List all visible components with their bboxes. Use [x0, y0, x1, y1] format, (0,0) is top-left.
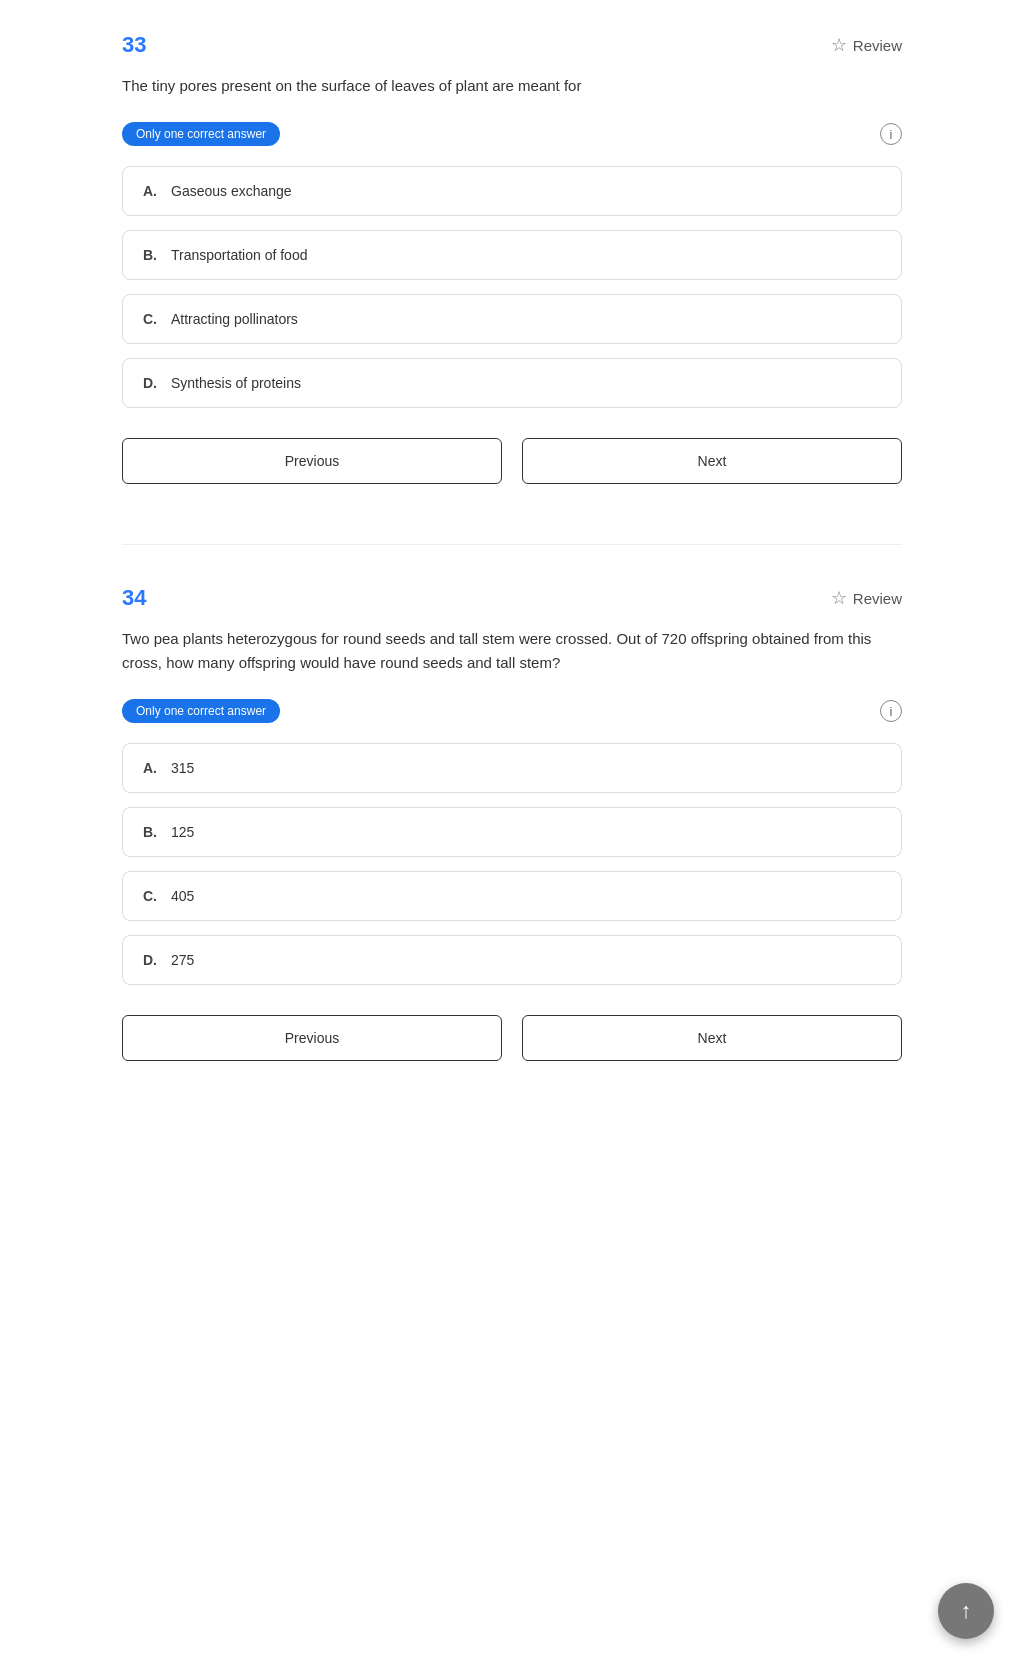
section-divider [122, 544, 902, 545]
info-icon-34[interactable]: i [880, 700, 902, 722]
info-icon-33[interactable]: i [880, 123, 902, 145]
question-number-34: 34 [122, 585, 146, 611]
option-text-d-33: Synthesis of proteins [171, 375, 301, 391]
option-a-34[interactable]: A. 315 [122, 743, 902, 793]
option-b-34[interactable]: B. 125 [122, 807, 902, 857]
question-block-33: 33 ☆ Review The tiny pores present on th… [122, 32, 902, 484]
option-b-33[interactable]: B. Transportation of food [122, 230, 902, 280]
page-container: 33 ☆ Review The tiny pores present on th… [82, 0, 942, 1153]
option-label-a-33: A. [143, 183, 171, 199]
options-list-34: A. 315 B. 125 C. 405 D. 275 [122, 743, 902, 985]
question-header-33: 33 ☆ Review [122, 32, 902, 58]
option-c-33[interactable]: C. Attracting pollinators [122, 294, 902, 344]
review-button-33[interactable]: ☆ Review [831, 34, 902, 56]
review-button-34[interactable]: ☆ Review [831, 587, 902, 609]
option-d-34[interactable]: D. 275 [122, 935, 902, 985]
previous-button-34[interactable]: Previous [122, 1015, 502, 1061]
option-label-d-34: D. [143, 952, 171, 968]
star-icon-34: ☆ [831, 587, 847, 609]
option-d-33[interactable]: D. Synthesis of proteins [122, 358, 902, 408]
review-label-34: Review [853, 590, 902, 607]
option-text-d-34: 275 [171, 952, 194, 968]
option-text-c-34: 405 [171, 888, 194, 904]
question-block-34: 34 ☆ Review Two pea plants heterozygous … [122, 585, 902, 1061]
next-button-33[interactable]: Next [522, 438, 902, 484]
options-list-33: A. Gaseous exchange B. Transportation of… [122, 166, 902, 408]
up-arrow-icon: ↑ [961, 1600, 972, 1622]
option-label-d-33: D. [143, 375, 171, 391]
option-text-b-34: 125 [171, 824, 194, 840]
question-number-33: 33 [122, 32, 146, 58]
question-header-34: 34 ☆ Review [122, 585, 902, 611]
option-text-a-33: Gaseous exchange [171, 183, 292, 199]
option-label-b-33: B. [143, 247, 171, 263]
option-a-33[interactable]: A. Gaseous exchange [122, 166, 902, 216]
option-label-a-34: A. [143, 760, 171, 776]
option-c-34[interactable]: C. 405 [122, 871, 902, 921]
option-label-b-34: B. [143, 824, 171, 840]
star-icon-33: ☆ [831, 34, 847, 56]
question-text-33: The tiny pores present on the surface of… [122, 74, 902, 98]
answer-badge-34: Only one correct answer [122, 699, 280, 723]
previous-button-33[interactable]: Previous [122, 438, 502, 484]
next-button-34[interactable]: Next [522, 1015, 902, 1061]
scroll-to-top-fab[interactable]: ↑ [938, 1583, 994, 1639]
question-text-34: Two pea plants heterozygous for round se… [122, 627, 902, 675]
answer-type-row-34: Only one correct answer i [122, 699, 902, 723]
option-text-a-34: 315 [171, 760, 194, 776]
option-text-c-33: Attracting pollinators [171, 311, 298, 327]
review-label-33: Review [853, 37, 902, 54]
option-label-c-33: C. [143, 311, 171, 327]
option-text-b-33: Transportation of food [171, 247, 307, 263]
answer-badge-33: Only one correct answer [122, 122, 280, 146]
option-label-c-34: C. [143, 888, 171, 904]
nav-buttons-33: Previous Next [122, 438, 902, 484]
answer-type-row-33: Only one correct answer i [122, 122, 902, 146]
nav-buttons-34: Previous Next [122, 1015, 902, 1061]
